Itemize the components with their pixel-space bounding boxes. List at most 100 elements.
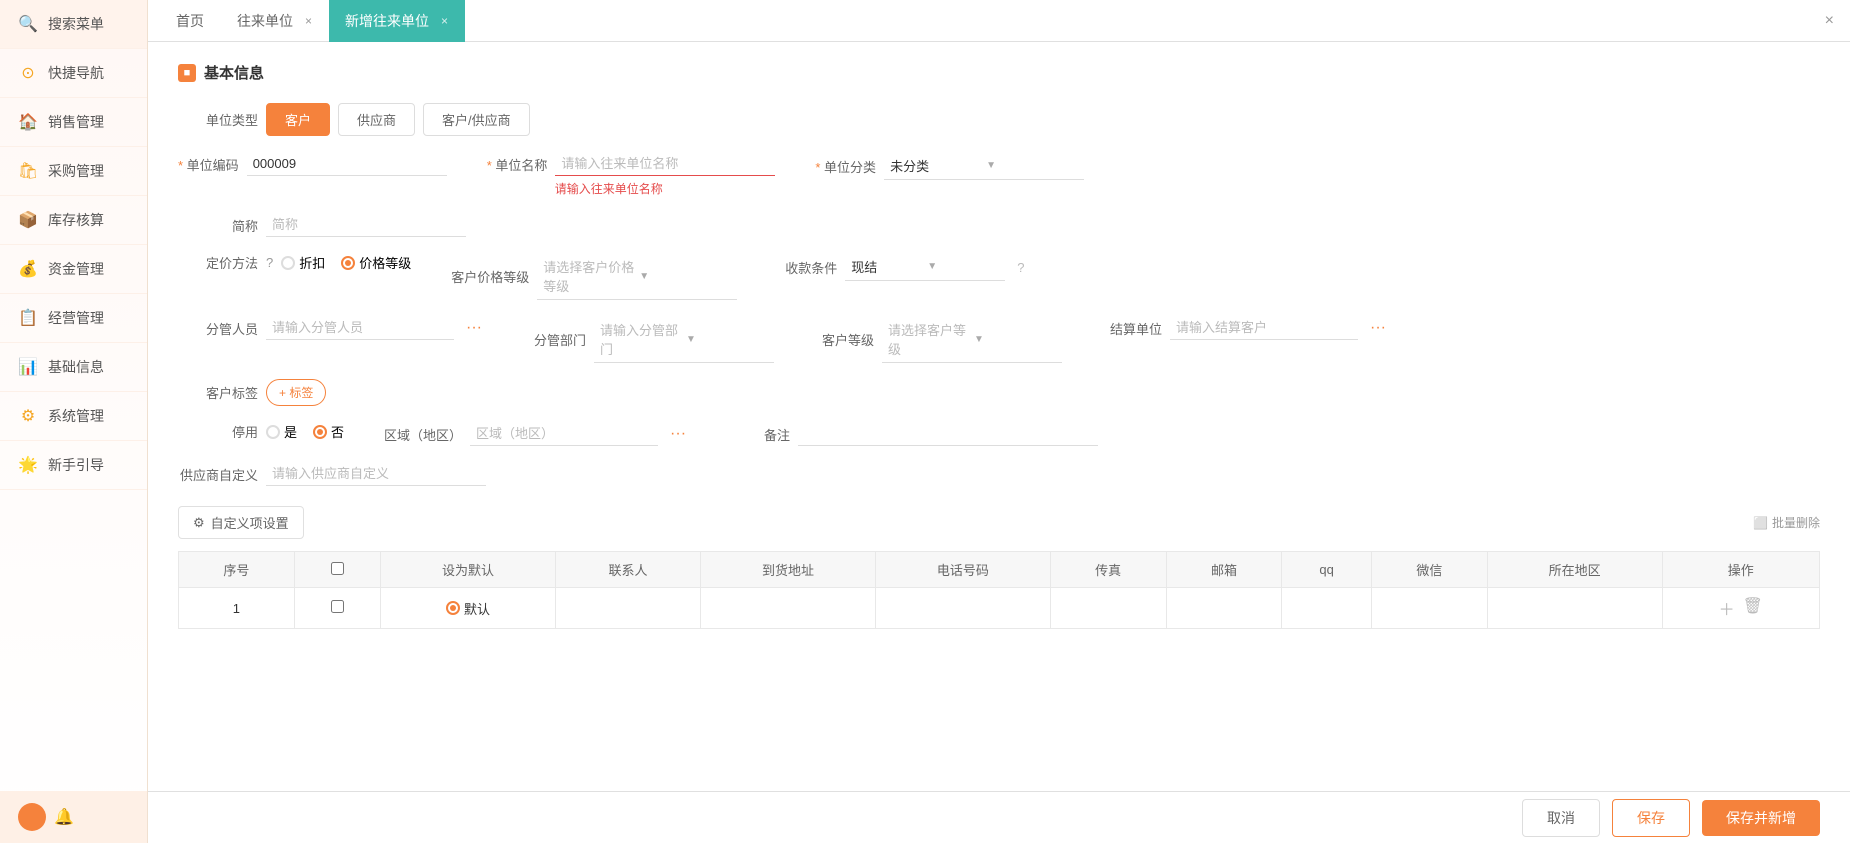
tab-partner[interactable]: 往来单位 × [221, 0, 329, 42]
supplier-custom-input[interactable] [266, 462, 486, 486]
disabled-label: 停用 [178, 422, 258, 441]
section-title: 基本信息 [204, 62, 264, 83]
settlement-unit-input[interactable] [1170, 316, 1358, 340]
add-tag-button[interactable]: + 标签 [266, 379, 326, 406]
sidebar-label-purchase: 采购管理 [48, 161, 104, 181]
custom-settings-button[interactable]: ⚙ 自定义项设置 [178, 506, 304, 539]
th-delivery-addr: 到货地址 [701, 552, 876, 588]
table-header-row: 序号 设为默认 联系人 到货地址 电话号码 传真 邮箱 qq 微信 所在地区 操… [179, 552, 1820, 588]
tab-partner-close[interactable]: × [305, 14, 312, 28]
cell-checkbox [294, 588, 380, 629]
customer-price-level-select[interactable]: 请选择客户价格等级 ▼ [537, 253, 737, 300]
bottom-bar: 取消 保存 保存并新增 [148, 791, 1850, 843]
radio-discount[interactable]: 折扣 [281, 253, 325, 272]
department-select[interactable]: 请输入分管部门 ▼ [594, 316, 774, 363]
th-phone: 电话号码 [875, 552, 1050, 588]
finance-icon: 💰 [18, 259, 38, 279]
department-dropdown-arrow: ▼ [686, 334, 768, 345]
sidebar-item-guide[interactable]: 🌟 新手引导 [0, 441, 147, 490]
inventory-icon: 📦 [18, 210, 38, 230]
sidebar-item-purchase[interactable]: 🛍 采购管理 [0, 147, 147, 196]
manager-field: 分管人员 ··· [178, 316, 486, 340]
batch-delete-button[interactable]: ⬜ 批量删除 [1753, 514, 1820, 531]
payment-help-icon[interactable]: ? [1017, 260, 1024, 275]
customer-level-select[interactable]: 请选择客户等级 ▼ [882, 316, 1062, 363]
payment-dropdown-arrow: ▼ [927, 261, 999, 272]
sidebar-label-operation: 经营管理 [48, 308, 104, 328]
payment-terms-value: 现结 [851, 257, 923, 276]
payment-terms-label: 收款条件 [777, 258, 837, 277]
section-header: ■ 基本信息 [178, 62, 1820, 83]
unit-name-field: 单位名称 请输入往来单位名称 [487, 152, 776, 197]
disabled-row: 停用 是 否 区域（地区） ··· 备注 [178, 422, 1820, 446]
remark-input[interactable] [798, 422, 1098, 446]
tab-new-partner-close[interactable]: × [441, 14, 448, 28]
sidebar-item-search[interactable]: 🔍 搜索菜单 [0, 0, 147, 49]
radio-yes[interactable]: 是 [266, 422, 297, 441]
unit-category-field: 单位分类 未分类 ▼ [815, 152, 1084, 180]
cell-delivery [701, 588, 876, 629]
supplier-custom-label: 供应商自定义 [178, 465, 258, 484]
main-close-icon[interactable]: × [1825, 12, 1834, 30]
region-input[interactable] [470, 422, 658, 446]
disabled-radio-group: 是 否 [266, 422, 344, 441]
cell-contact [555, 588, 700, 629]
type-btn-customer[interactable]: 客户 [266, 103, 330, 136]
form-content: ■ 基本信息 单位类型 客户 供应商 客户/供应商 单位编码 单位名称 [148, 42, 1850, 791]
row-delete-btn[interactable]: 🗑 [1743, 596, 1763, 620]
pricing-method-field: 定价方法 ? 折扣 价格等级 [178, 253, 411, 272]
sidebar-item-operation[interactable]: 📋 经营管理 [0, 294, 147, 343]
radio-price-level-circle [341, 256, 355, 270]
sidebar-item-quicknav[interactable]: ⊙ 快捷导航 [0, 49, 147, 98]
pricing-help-icon[interactable]: ? [266, 255, 273, 270]
settlement-more-btn[interactable]: ··· [1366, 319, 1390, 337]
tab-new-partner[interactable]: 新增往来单位 × [329, 0, 465, 42]
sidebar-item-sales[interactable]: 🏠 销售管理 [0, 98, 147, 147]
row-checkbox[interactable] [331, 600, 344, 613]
cell-fax [1050, 588, 1166, 629]
region-more-btn[interactable]: ··· [666, 425, 690, 443]
payment-terms-select[interactable]: 现结 ▼ [845, 253, 1005, 281]
sidebar-label-inventory: 库存核算 [48, 210, 104, 230]
batch-delete-icon: ⬜ [1753, 516, 1768, 530]
unit-name-input[interactable] [555, 152, 775, 176]
row-add-btn[interactable]: ＋ [1719, 596, 1735, 620]
sidebar-item-system[interactable]: ⚙ 系统管理 [0, 392, 147, 441]
type-btn-both[interactable]: 客户/供应商 [423, 103, 530, 136]
th-contact: 联系人 [555, 552, 700, 588]
sidebar-item-finance[interactable]: 💰 资金管理 [0, 245, 147, 294]
settlement-unit-label: 结算单位 [1102, 319, 1162, 338]
sidebar-item-inventory[interactable]: 📦 库存核算 [0, 196, 147, 245]
manager-input[interactable] [266, 316, 454, 340]
cancel-button[interactable]: 取消 [1522, 799, 1600, 837]
main-area: 首页 往来单位 × 新增往来单位 × × ■ 基本信息 单位类型 客户 供应商 … [148, 0, 1850, 843]
sidebar-label-basic: 基础信息 [48, 357, 104, 377]
th-checkbox [294, 552, 380, 588]
save-new-button[interactable]: 保存并新增 [1702, 800, 1820, 836]
manager-row: 分管人员 ··· 分管部门 请输入分管部门 ▼ 客户等级 请选择客户等级 ▼ 结… [178, 316, 1820, 363]
code-name-row: 单位编码 单位名称 请输入往来单位名称 单位分类 未分类 ▼ [178, 152, 1820, 197]
price-level-dropdown-arrow: ▼ [639, 271, 731, 282]
th-fax: 传真 [1050, 552, 1166, 588]
th-wechat: 微信 [1371, 552, 1487, 588]
radio-no[interactable]: 否 [313, 422, 344, 441]
default-radio-circle [446, 601, 460, 615]
select-all-checkbox[interactable] [331, 562, 344, 575]
sidebar-label-guide: 新手引导 [48, 455, 104, 475]
radio-price-level[interactable]: 价格等级 [341, 253, 411, 272]
region-field: 区域（地区） ··· [384, 422, 690, 446]
save-button[interactable]: 保存 [1612, 799, 1690, 837]
sidebar-item-basic[interactable]: 📊 基础信息 [0, 343, 147, 392]
type-btn-supplier[interactable]: 供应商 [338, 103, 415, 136]
unit-category-select[interactable]: 未分类 ▼ [884, 152, 1084, 180]
unit-code-input[interactable] [247, 152, 447, 176]
cell-action: ＋ 🗑 [1662, 588, 1819, 629]
supplier-custom-row: 供应商自定义 [178, 462, 1820, 486]
remark-label: 备注 [730, 425, 790, 444]
tab-home[interactable]: 首页 [160, 0, 221, 42]
customer-level-dropdown-arrow: ▼ [974, 334, 1056, 345]
manager-label: 分管人员 [178, 319, 258, 338]
short-name-field: 简称 [178, 213, 466, 237]
manager-more-btn[interactable]: ··· [462, 319, 486, 337]
short-name-input[interactable] [266, 213, 466, 237]
